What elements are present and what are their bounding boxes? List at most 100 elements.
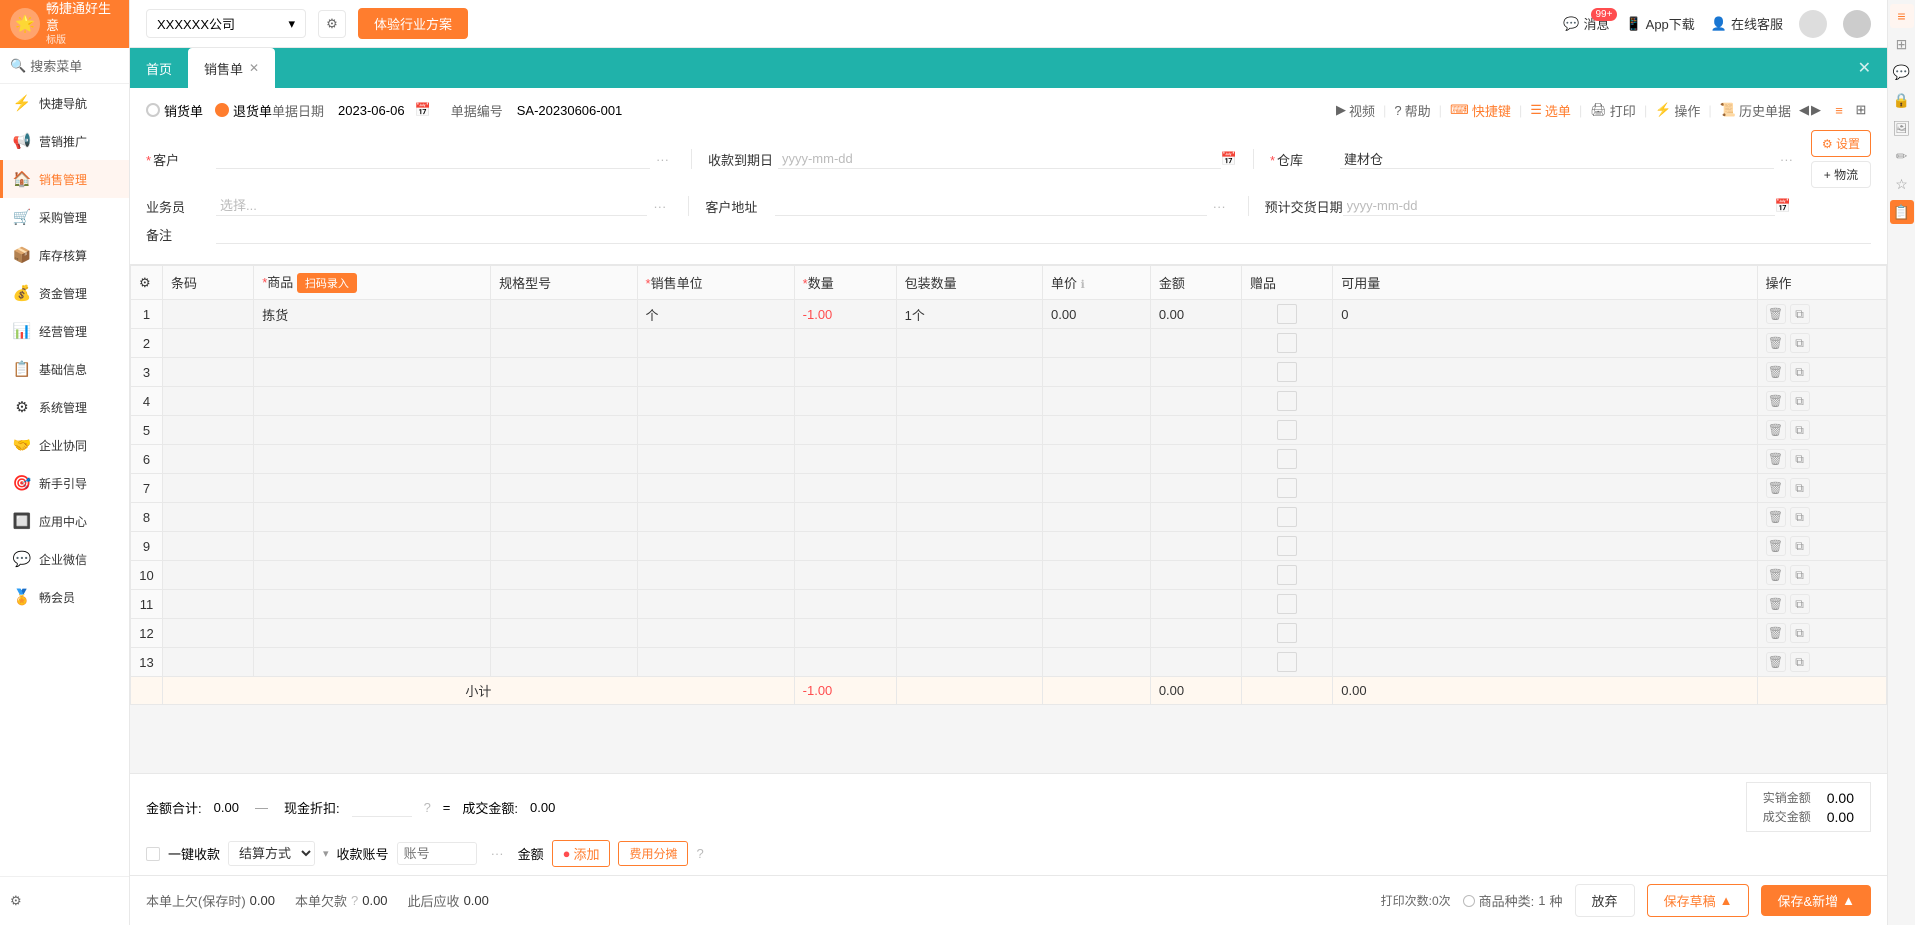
delete-icon[interactable]: 🗑 — [1766, 304, 1786, 324]
cell-gift[interactable] — [1242, 387, 1333, 416]
sidebar-item-purchase[interactable]: 🛒 采购管理 — [0, 198, 129, 236]
copy-icon[interactable]: ⧉ — [1790, 652, 1810, 672]
cell-barcode[interactable] — [163, 300, 254, 329]
cell-unit-price[interactable] — [1043, 648, 1151, 677]
delete-icon[interactable]: 🗑 — [1766, 362, 1786, 382]
cell-pack-qty[interactable]: 1个 — [896, 300, 1042, 329]
cell-gift[interactable] — [1242, 445, 1333, 474]
print-btn[interactable]: 🖨 打印 — [1590, 101, 1636, 120]
cell-spec[interactable] — [491, 532, 637, 561]
avatar[interactable] — [1799, 10, 1827, 38]
cell-spec[interactable] — [491, 503, 637, 532]
copy-icon[interactable]: ⧉ — [1790, 420, 1810, 440]
cell-pack-qty[interactable] — [896, 474, 1042, 503]
history-btn[interactable]: 📜 历史单据 — [1720, 101, 1791, 120]
delete-icon[interactable]: 🗑 — [1766, 333, 1786, 353]
cell-quantity[interactable] — [794, 503, 896, 532]
cell-unit[interactable] — [637, 590, 794, 619]
company-selector[interactable]: XXXXXX公司 ▾ — [146, 9, 306, 38]
calendar-icon[interactable]: 📅 — [415, 102, 431, 118]
cell-unit[interactable] — [637, 445, 794, 474]
cell-available[interactable] — [1333, 503, 1757, 532]
help-btn[interactable]: ? 帮助 — [1394, 101, 1430, 120]
sidebar-item-guide[interactable]: 🎯 新手引导 — [0, 464, 129, 502]
cell-barcode[interactable] — [163, 648, 254, 677]
copy-icon[interactable]: ⧉ — [1790, 391, 1810, 411]
delete-icon[interactable]: 🗑 — [1766, 478, 1786, 498]
cell-available[interactable] — [1333, 329, 1757, 358]
cell-product[interactable] — [254, 648, 491, 677]
tab-sales-order[interactable]: 销售单 ✕ — [188, 48, 275, 88]
cell-unit-price[interactable] — [1043, 590, 1151, 619]
cell-product[interactable] — [254, 561, 491, 590]
online-service-button[interactable]: 👤 在线客服 — [1711, 14, 1783, 33]
expected-date-input[interactable] — [1343, 196, 1775, 216]
delete-icon[interactable]: 🗑 — [1766, 565, 1786, 585]
cell-amount[interactable] — [1150, 619, 1241, 648]
cell-spec[interactable] — [491, 445, 637, 474]
cell-pack-qty[interactable] — [896, 445, 1042, 474]
one-click-payment-checkbox[interactable] — [146, 847, 160, 861]
cell-available[interactable] — [1333, 590, 1757, 619]
cell-quantity[interactable] — [794, 590, 896, 619]
radio-sales[interactable]: 销货单 — [146, 101, 203, 120]
delete-icon[interactable]: 🗑 — [1766, 449, 1786, 469]
list-view-btn[interactable]: ≡ — [1829, 100, 1849, 120]
cell-amount[interactable] — [1150, 474, 1241, 503]
cell-barcode[interactable] — [163, 590, 254, 619]
cell-product[interactable] — [254, 532, 491, 561]
discard-btn[interactable]: 放弃 — [1575, 884, 1635, 917]
warehouse-input[interactable] — [1340, 149, 1774, 169]
cell-product[interactable] — [254, 445, 491, 474]
cell-barcode[interactable] — [163, 387, 254, 416]
customer-input[interactable] — [216, 149, 650, 169]
cell-quantity[interactable] — [794, 648, 896, 677]
save-draft-btn[interactable]: 保存草稿 ▲ — [1647, 884, 1750, 917]
cell-quantity[interactable]: -1.00 — [794, 300, 896, 329]
copy-icon[interactable]: ⧉ — [1790, 478, 1810, 498]
cell-pack-qty[interactable] — [896, 561, 1042, 590]
copy-icon[interactable]: ⧉ — [1790, 304, 1810, 324]
cell-unit-price[interactable] — [1043, 619, 1151, 648]
cell-unit[interactable] — [637, 648, 794, 677]
operation-btn[interactable]: ⚡ 操作 — [1655, 101, 1700, 120]
delete-icon[interactable]: 🗑 — [1766, 420, 1786, 440]
cell-quantity[interactable] — [794, 358, 896, 387]
sidebar-item-appstore[interactable]: 🔲 应用中心 — [0, 502, 129, 540]
tab-bar-close-icon[interactable]: ✕ — [1858, 58, 1871, 78]
cell-unit[interactable] — [637, 416, 794, 445]
cell-spec[interactable] — [491, 474, 637, 503]
grid-view-btn[interactable]: ⊞ — [1851, 100, 1871, 120]
cell-gift[interactable] — [1242, 329, 1333, 358]
cell-pack-qty[interactable] — [896, 416, 1042, 445]
sidebar-item-wechat[interactable]: 💬 企业微信 — [0, 540, 129, 578]
select-btn[interactable]: ☰ 选单 — [1530, 101, 1571, 120]
cell-unit[interactable]: 个 — [637, 300, 794, 329]
copy-icon[interactable]: ⧉ — [1790, 536, 1810, 556]
cell-available[interactable] — [1333, 474, 1757, 503]
cell-available[interactable] — [1333, 619, 1757, 648]
nav-left-icon[interactable]: ◀ — [1799, 102, 1809, 118]
cell-unit-price[interactable] — [1043, 329, 1151, 358]
cell-product[interactable] — [254, 619, 491, 648]
cell-pack-qty[interactable] — [896, 648, 1042, 677]
cell-product[interactable] — [254, 416, 491, 445]
customer-dots-btn[interactable]: ··· — [650, 152, 675, 167]
cell-product[interactable] — [254, 387, 491, 416]
settings-button[interactable]: ⚙ — [318, 10, 346, 38]
cell-gift[interactable] — [1242, 561, 1333, 590]
cell-gift[interactable] — [1242, 300, 1333, 329]
cell-amount[interactable] — [1150, 503, 1241, 532]
cell-quantity[interactable] — [794, 387, 896, 416]
cell-available[interactable] — [1333, 358, 1757, 387]
cell-available[interactable]: 0 — [1333, 300, 1757, 329]
cell-unit[interactable] — [637, 329, 794, 358]
cell-barcode[interactable] — [163, 329, 254, 358]
cell-spec[interactable] — [491, 590, 637, 619]
form-settings-btn[interactable]: ⚙ 设置 — [1811, 130, 1871, 157]
cell-available[interactable] — [1333, 445, 1757, 474]
notes-input[interactable] — [216, 224, 1871, 244]
cell-gift[interactable] — [1242, 474, 1333, 503]
scan-btn[interactable]: 扫码录入 — [297, 273, 357, 293]
cell-barcode[interactable] — [163, 503, 254, 532]
